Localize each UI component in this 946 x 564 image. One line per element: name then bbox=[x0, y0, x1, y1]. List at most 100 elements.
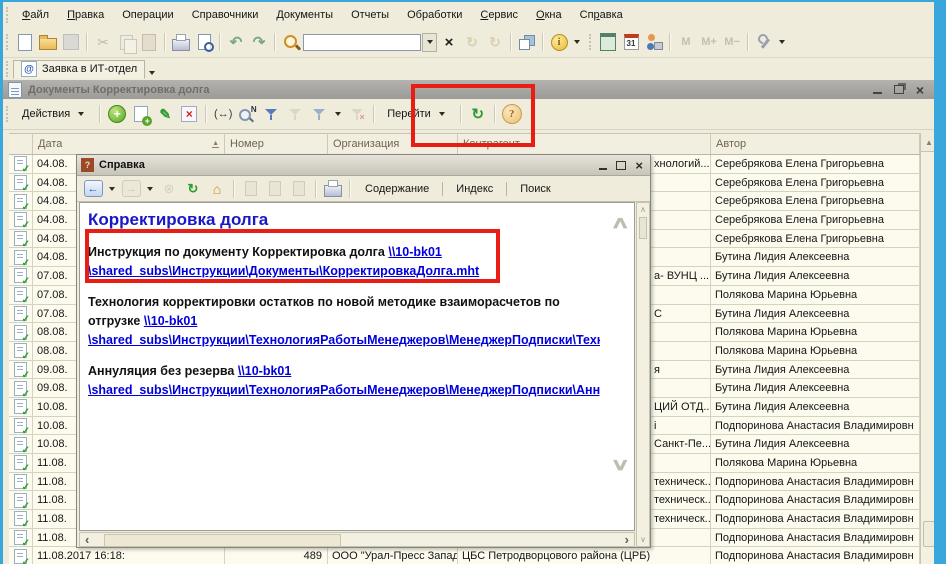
save-button bbox=[60, 31, 82, 53]
copy-document-icon bbox=[134, 106, 153, 126]
menu-item[interactable]: Окна bbox=[527, 5, 571, 25]
clear-search-button[interactable]: × bbox=[438, 31, 460, 53]
menu-item[interactable]: Операции bbox=[113, 5, 182, 25]
contragent-fragment: С bbox=[654, 307, 662, 320]
scrollbar-thumb[interactable] bbox=[104, 534, 341, 547]
search-input[interactable] bbox=[303, 33, 421, 51]
menu-item[interactable]: Отчеты bbox=[342, 5, 398, 25]
edit-button[interactable]: ✎ bbox=[154, 103, 176, 125]
menu-item[interactable]: Файл bbox=[13, 5, 58, 25]
cell-author: Серебрякова Елена Григорьевна bbox=[711, 192, 920, 211]
pencil-icon: ✎ bbox=[159, 105, 172, 122]
menu-item[interactable]: Справочники bbox=[183, 5, 268, 25]
chevron-down-icon[interactable] bbox=[335, 112, 342, 116]
help-home-button[interactable]: ⌂ bbox=[206, 178, 228, 200]
windows-button[interactable] bbox=[516, 31, 538, 53]
help-server-link[interactable]: \\10-bk01 bbox=[144, 314, 198, 328]
help-server-link[interactable]: \\10-bk01 bbox=[238, 364, 292, 378]
maximize-icon[interactable] bbox=[616, 160, 627, 170]
table-row[interactable]: 11.08.2017 16:18:489ООО "Урал-Пресс Запа… bbox=[9, 547, 920, 564]
help-refresh-button[interactable]: ↻ bbox=[182, 178, 204, 200]
chevron-down-icon[interactable] bbox=[574, 40, 580, 44]
menu-item[interactable]: Документы bbox=[267, 5, 342, 25]
restore-icon[interactable] bbox=[893, 85, 904, 94]
calendar-button[interactable]: 31 bbox=[620, 31, 642, 53]
list-settings-button[interactable] bbox=[260, 103, 282, 125]
redo-button[interactable]: ↷ bbox=[248, 31, 270, 53]
actions-button[interactable]: Действия bbox=[15, 102, 94, 126]
scroll-up-icon[interactable] bbox=[640, 205, 646, 214]
separator bbox=[747, 33, 749, 51]
new-button[interactable] bbox=[14, 31, 36, 53]
close-icon[interactable] bbox=[635, 160, 643, 171]
goto-button[interactable]: Перейти bbox=[380, 102, 455, 126]
column-header-Автор[interactable]: Автор bbox=[711, 134, 920, 154]
menu-item[interactable]: Обработки bbox=[398, 5, 471, 25]
print-preview-button[interactable] bbox=[193, 31, 215, 53]
help-tab-search[interactable]: Поиск bbox=[511, 181, 559, 197]
column-header-Номер[interactable]: Номер bbox=[225, 134, 328, 154]
date-interval-button[interactable]: (↔) bbox=[212, 103, 234, 125]
content-scroll-down-icon[interactable] bbox=[610, 455, 630, 475]
cell-author: Бутина Лидия Алексеевна bbox=[711, 304, 920, 323]
filter-by-value-button[interactable] bbox=[308, 103, 330, 125]
search-dropdown-button[interactable] bbox=[422, 32, 437, 52]
column-header-Контрагент[interactable]: Контрагент bbox=[458, 134, 711, 154]
chevron-down-icon[interactable] bbox=[147, 186, 153, 191]
open-button[interactable] bbox=[37, 31, 59, 53]
help-path-link[interactable]: \shared_subs\Инструкции\Документы\Коррек… bbox=[88, 262, 600, 281]
chevron-down-icon[interactable] bbox=[109, 186, 115, 191]
separator bbox=[349, 179, 351, 198]
add-copy-button[interactable] bbox=[130, 103, 153, 126]
refresh-button[interactable]: ↻ bbox=[467, 103, 489, 125]
help-vertical-scrollbar[interactable] bbox=[636, 202, 650, 547]
scroll-down-icon[interactable] bbox=[640, 535, 646, 544]
column-header-Дата[interactable]: Дата bbox=[33, 134, 225, 154]
cell-state bbox=[9, 491, 33, 510]
calculator-button[interactable] bbox=[597, 31, 619, 53]
delete-button[interactable]: × bbox=[178, 103, 200, 125]
add-button[interactable]: + bbox=[106, 103, 128, 125]
scroll-left-icon[interactable] bbox=[85, 533, 89, 546]
help-horizontal-scrollbar[interactable] bbox=[79, 532, 635, 547]
menu-item[interactable]: Справка bbox=[571, 5, 632, 25]
refresh-icon: ↻ bbox=[187, 180, 199, 196]
help-path-link[interactable]: \shared_subs\Инструкции\ТехнологияРаботы… bbox=[88, 331, 600, 350]
separator bbox=[442, 181, 444, 196]
minimize-icon[interactable] bbox=[599, 167, 608, 170]
separator bbox=[219, 33, 221, 51]
window-tab-it-request[interactable]: Заявка в ИТ-отдел bbox=[13, 59, 146, 79]
print-button[interactable] bbox=[170, 31, 192, 53]
menu-item[interactable]: Правка bbox=[58, 5, 113, 25]
help-server-link[interactable]: \\10-bk01 bbox=[388, 245, 442, 259]
cell-author: Серебрякова Елена Григорьевна bbox=[711, 155, 920, 173]
help-back-button[interactable]: ← bbox=[82, 178, 104, 200]
search-button[interactable] bbox=[280, 31, 302, 53]
magnifier-n-icon: N bbox=[238, 105, 257, 123]
cell-organization: ООО "Урал-Пресс Запад" bbox=[328, 547, 458, 564]
user-permissions-button[interactable] bbox=[643, 31, 665, 53]
close-icon[interactable] bbox=[916, 84, 924, 96]
content-scroll-up-icon[interactable] bbox=[610, 213, 630, 233]
find-by-number-button[interactable]: N bbox=[236, 103, 258, 125]
posted-document-check-icon bbox=[14, 305, 30, 322]
column-header-state[interactable] bbox=[9, 134, 33, 154]
help-button[interactable]: ? bbox=[501, 103, 523, 125]
document-window-title: Документы Корректировка долга bbox=[28, 83, 210, 96]
help-tab-index[interactable]: Индекс bbox=[447, 181, 502, 197]
chevron-down-icon[interactable] bbox=[779, 40, 785, 44]
help-print-button[interactable] bbox=[322, 178, 344, 200]
scrollbar-thumb[interactable] bbox=[639, 217, 647, 239]
cell-author: Серебрякова Елена Григорьевна bbox=[711, 211, 920, 229]
window-list-caret-icon[interactable] bbox=[149, 71, 156, 75]
undo-button[interactable]: ↶ bbox=[225, 31, 247, 53]
info-button[interactable]: i bbox=[548, 31, 570, 53]
scroll-right-icon[interactable] bbox=[625, 533, 629, 546]
column-header-Организация[interactable]: Организация bbox=[328, 134, 458, 154]
help-tab-contents[interactable]: Содержание bbox=[356, 181, 438, 197]
help-prev-topic-button bbox=[264, 178, 286, 200]
help-path-link[interactable]: \shared_subs\Инструкции\ТехнологияРаботы… bbox=[88, 381, 600, 400]
service-settings-button[interactable] bbox=[753, 31, 775, 53]
minimize-icon[interactable] bbox=[872, 92, 882, 94]
menu-item[interactable]: Сервис bbox=[471, 5, 527, 25]
